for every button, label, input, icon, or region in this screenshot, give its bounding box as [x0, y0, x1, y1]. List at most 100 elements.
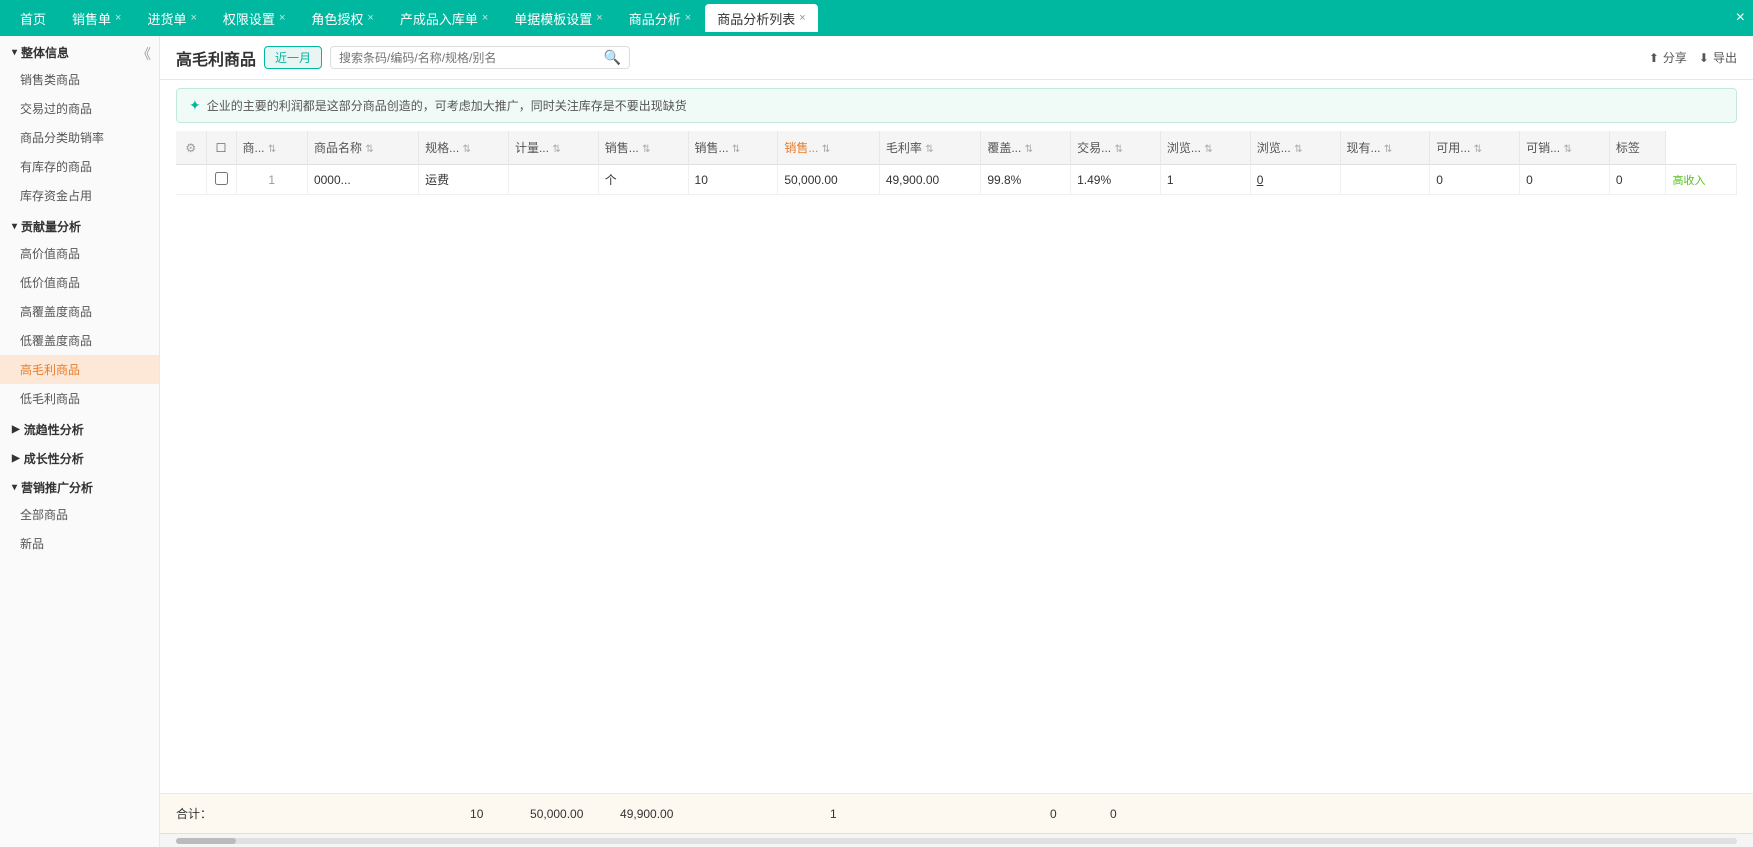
close-tab-role-auth[interactable]: × [367, 12, 373, 24]
tab-role-auth[interactable]: 角色授权 × [299, 4, 385, 32]
sort-icon-code: ⇅ [268, 144, 276, 155]
header-actions: ⬆ 分享 ⬇ 导出 [1649, 49, 1737, 66]
tab-purchase-order[interactable]: 进货单 × [135, 4, 208, 32]
close-all-tabs[interactable]: × [1736, 9, 1745, 27]
col-view2[interactable]: 浏览... ⇅ [1250, 131, 1340, 165]
sort-icon-name: ⇅ [365, 144, 373, 155]
close-tab-purchase-order[interactable]: × [190, 12, 196, 24]
cell-checkbox[interactable] [206, 165, 236, 195]
sort-icon-view2: ⇅ [1294, 144, 1302, 155]
scrollbar-track [176, 838, 1737, 844]
tab-permission-settings[interactable]: 权限设置 × [211, 4, 297, 32]
sort-icon-gross-margin: ⇅ [925, 144, 933, 155]
sidebar-group-trend[interactable]: ▶ 流趋性分析 [0, 413, 159, 442]
col-tag[interactable]: 标签 [1609, 131, 1666, 165]
sidebar-item-in-stock-goods[interactable]: 有库存的商品 [0, 152, 159, 181]
sidebar-group-contribution[interactable]: ▾ 贡献量分析 [0, 210, 159, 239]
tab-sales-order[interactable]: 销售单 × [60, 4, 133, 32]
sort-icon-unit: ⇅ [552, 144, 560, 155]
cell-sales-amount: 50,000.00 [778, 165, 879, 195]
col-coverage[interactable]: 覆盖... ⇅ [981, 131, 1071, 165]
cell-current-stock: 0 [1430, 165, 1520, 195]
cell-gear [176, 165, 206, 195]
col-spec[interactable]: 规格... ⇅ [419, 131, 509, 165]
col-current-stock[interactable]: 现有... ⇅ [1340, 131, 1430, 165]
col-available[interactable]: 可用... ⇅ [1430, 131, 1520, 165]
cell-name: 运费 [419, 165, 509, 195]
arrow-icon: ▾ [12, 47, 17, 58]
col-view1[interactable]: 浏览... ⇅ [1160, 131, 1250, 165]
search-input[interactable] [339, 51, 600, 65]
col-sales-profit[interactable]: 销售... ⇅ [778, 131, 879, 165]
sort-icon-spec: ⇅ [463, 144, 471, 155]
sidebar-group-growth[interactable]: ▶ 成长性分析 [0, 442, 159, 471]
col-code[interactable]: 商... ⇅ [236, 131, 307, 165]
cell-unit: 个 [598, 165, 688, 195]
close-tab-product-analysis-list[interactable]: × [799, 12, 805, 24]
search-box: 🔍 [330, 46, 630, 69]
cell-spec [508, 165, 598, 195]
close-tab-template-settings[interactable]: × [596, 12, 602, 24]
share-button[interactable]: ⬆ 分享 [1649, 49, 1687, 66]
sidebar-item-low-coverage[interactable]: 低覆盖度商品 [0, 326, 159, 355]
sidebar-collapse-button[interactable]: 《 [137, 44, 151, 64]
close-tab-product-analysis[interactable]: × [685, 12, 691, 24]
col-sales-amount[interactable]: 销售... ⇅ [688, 131, 778, 165]
sidebar-group-overall[interactable]: ▾ 整体信息 [0, 36, 159, 65]
tab-product-inbound[interactable]: 产成品入库单 × [388, 4, 500, 32]
info-banner: ✦ 企业的主要的利润都是这部分商品创造的，可考虑加大推广，同时关注库存是不要出现… [176, 88, 1737, 123]
col-checkbox[interactable]: ☐ [206, 131, 236, 165]
row-checkbox[interactable] [215, 172, 228, 185]
arrow-icon-contribution: ▾ [12, 221, 17, 232]
sidebar-item-stock-capital[interactable]: 库存资金占用 [0, 181, 159, 210]
sidebar-item-low-value[interactable]: 低价值商品 [0, 268, 159, 297]
arrow-icon-trend: ▶ [12, 424, 20, 435]
col-unit[interactable]: 计量... ⇅ [508, 131, 598, 165]
cell-num: 1 [236, 165, 307, 195]
sidebar-item-high-coverage[interactable]: 高覆盖度商品 [0, 297, 159, 326]
filter-date-button[interactable]: 近一月 [264, 46, 322, 69]
tab-template-settings[interactable]: 单据模板设置 × [502, 4, 614, 32]
col-gear[interactable]: ⚙ [176, 131, 206, 165]
cell-view2 [1340, 165, 1430, 195]
cell-view1[interactable]: 0 [1250, 165, 1340, 195]
sidebar-item-category-sales-rate[interactable]: 商品分类助销率 [0, 123, 159, 152]
export-button[interactable]: ⬇ 导出 [1699, 49, 1737, 66]
table-header-row: ⚙ ☐ 商... ⇅ 商品名称 ⇅ 规格... ⇅ 计量... ⇅ 销售... … [176, 131, 1737, 165]
sidebar-item-high-margin[interactable]: 高毛利商品 [0, 355, 159, 384]
close-tab-sales-order[interactable]: × [115, 12, 121, 24]
cell-tag: 高收入 [1666, 165, 1737, 195]
col-saleable[interactable]: 可销... ⇅ [1520, 131, 1610, 165]
search-icon[interactable]: 🔍 [604, 49, 621, 66]
sidebar-group-marketing[interactable]: ▾ 营销推广分析 [0, 471, 159, 500]
cell-sales-count: 10 [688, 165, 778, 195]
scrollbar-thumb[interactable] [176, 838, 236, 844]
col-sales-count[interactable]: 销售... ⇅ [598, 131, 688, 165]
sidebar-item-low-margin[interactable]: 低毛利商品 [0, 384, 159, 413]
close-tab-product-inbound[interactable]: × [482, 12, 488, 24]
cell-gross-margin: 99.8% [981, 165, 1071, 195]
cell-saleable: 0 [1609, 165, 1666, 195]
sidebar-item-traded-goods[interactable]: 交易过的商品 [0, 94, 159, 123]
tab-home[interactable]: 首页 [8, 4, 58, 32]
tab-product-analysis[interactable]: 商品分析 × [617, 4, 703, 32]
sort-icon-current-stock: ⇅ [1384, 144, 1392, 155]
sort-icon-coverage: ⇅ [1025, 144, 1033, 155]
sort-icon-sales-profit: ⇅ [822, 144, 830, 155]
sidebar-item-all-goods[interactable]: 全部商品 [0, 500, 159, 529]
sidebar-item-high-value[interactable]: 高价值商品 [0, 239, 159, 268]
tag-badge: 高收入 [1672, 175, 1705, 187]
cell-transaction: 1 [1160, 165, 1250, 195]
tab-product-analysis-list[interactable]: 商品分析列表 × [705, 4, 817, 32]
col-transaction[interactable]: 交易... ⇅ [1071, 131, 1161, 165]
col-gross-margin[interactable]: 毛利率 ⇅ [879, 131, 980, 165]
sidebar-item-new-goods[interactable]: 新品 [0, 529, 159, 558]
col-name[interactable]: 商品名称 ⇅ [307, 131, 418, 165]
table-row: 1 0000... 运费 个 10 50,000.00 49,900.00 99… [176, 165, 1737, 195]
view1-link[interactable]: 0 [1257, 173, 1264, 187]
footer-current-stock: 0 [1038, 807, 1098, 821]
sidebar-item-sales-goods[interactable]: 销售类商品 [0, 65, 159, 94]
sort-icon-sales-amount: ⇅ [732, 144, 740, 155]
close-tab-permission-settings[interactable]: × [279, 12, 285, 24]
table-container: ⚙ ☐ 商... ⇅ 商品名称 ⇅ 规格... ⇅ 计量... ⇅ 销售... … [160, 131, 1753, 793]
